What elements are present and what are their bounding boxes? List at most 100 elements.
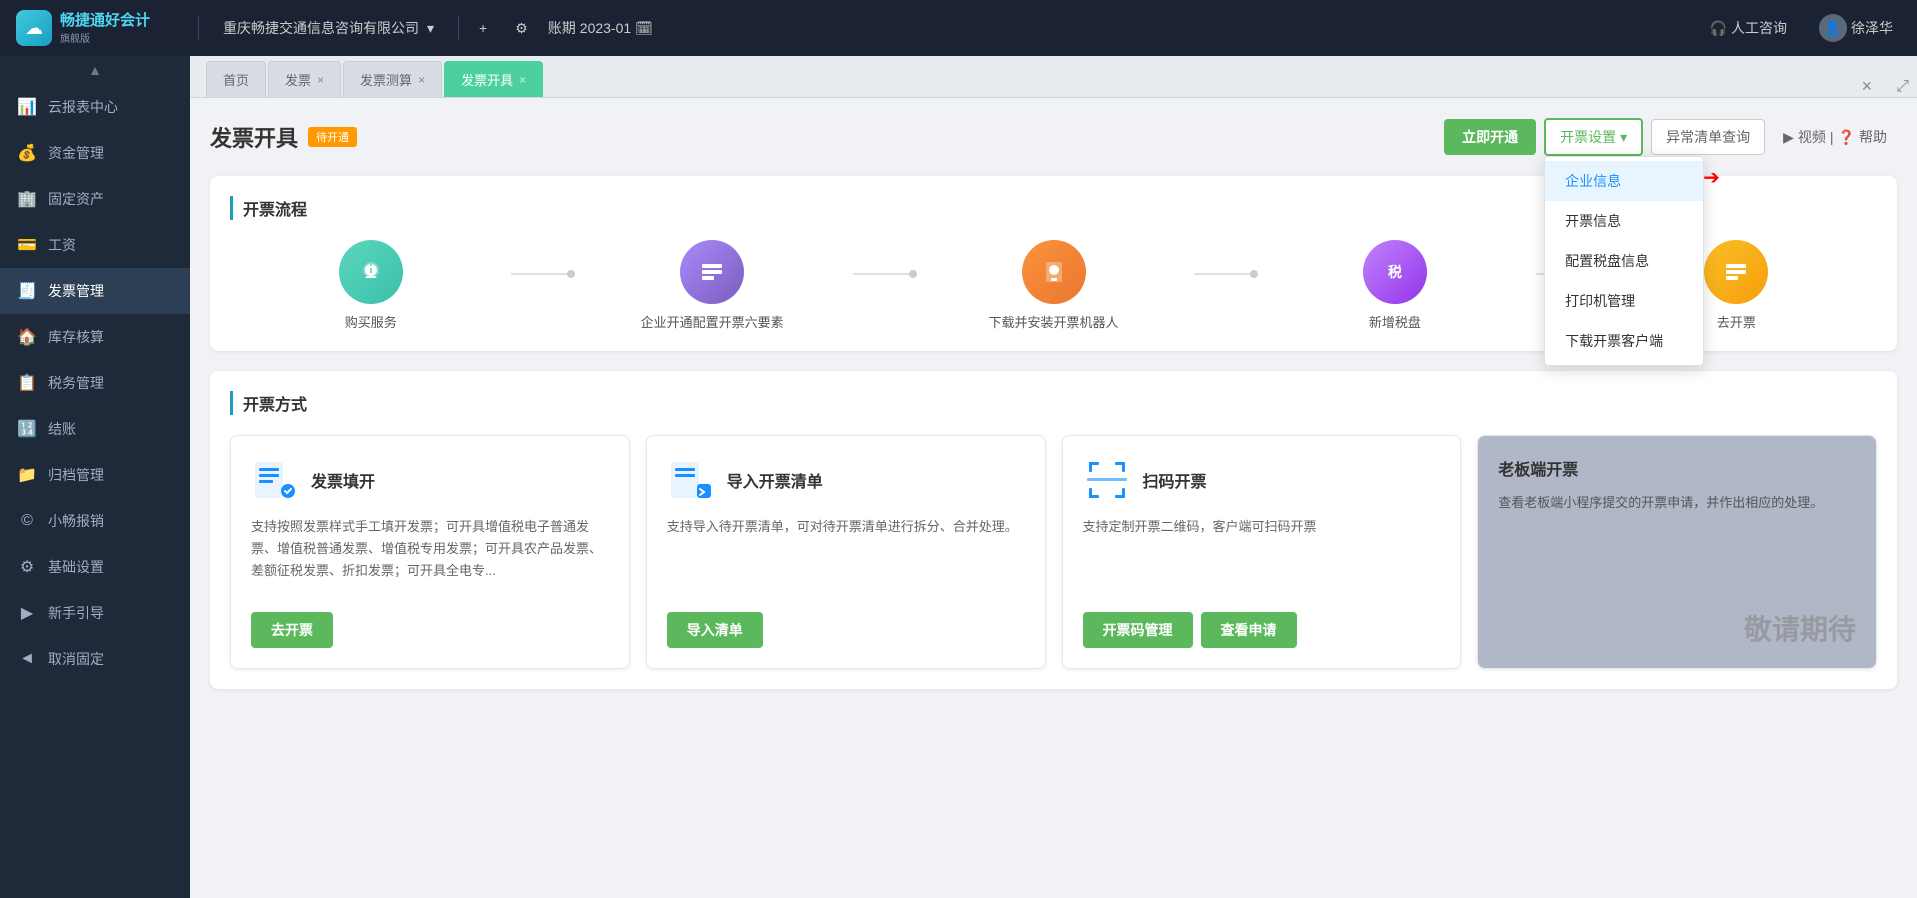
fill-invoice-desc: 支持按照发票样式手工填开发票；可开具增值税电子普通发票、增值税普通发票、增值税专… <box>251 516 609 596</box>
sidebar-item-basic-settings[interactable]: ⚙ 基础设置 <box>0 544 190 590</box>
close-window-icon[interactable]: × <box>1854 76 1881 97</box>
cancel-fixed-icon: ◄ <box>16 648 38 670</box>
method-scan-header: 扫码开票 <box>1083 456 1441 504</box>
company-selector[interactable]: 重庆畅捷交通信息咨询有限公司 ▾ <box>211 12 446 44</box>
activate-button[interactable]: 立即开通 <box>1444 119 1536 155</box>
sidebar-item-accounting[interactable]: 🔢 结账 <box>0 406 190 452</box>
tab-home-label: 首页 <box>223 70 249 89</box>
sidebar-item-tax-mgmt[interactable]: 📋 税务管理 <box>0 360 190 406</box>
sidebar-item-salary[interactable]: 💳 工资 <box>0 222 190 268</box>
sidebar-label-cloud-report: 云报表中心 <box>48 97 118 117</box>
page-content: 发票开具 待开通 立即开通 开票设置 ▾ <box>190 98 1917 898</box>
user-profile-button[interactable]: 👤 徐泽华 <box>1811 10 1901 46</box>
fixed-assets-icon: 🏢 <box>16 188 38 210</box>
video-button[interactable]: ▶ 视频 | ❓ 帮助 <box>1773 120 1897 154</box>
sidebar-item-archive[interactable]: 📁 归档管理 <box>0 452 190 498</box>
scan-invoice-title: 扫码开票 <box>1143 468 1207 492</box>
salary-icon: 💳 <box>16 234 38 256</box>
dropdown-item-invoice-info[interactable]: 开票信息 <box>1545 201 1703 241</box>
pending-text: 敬请期待 <box>1744 608 1856 648</box>
fill-invoice-btn[interactable]: 去开票 <box>251 612 333 648</box>
tab-invoice-test-close[interactable]: × <box>418 73 425 87</box>
tab-invoice-close[interactable]: × <box>317 73 324 87</box>
settings-btn[interactable]: 开票设置 ▾ <box>1544 118 1643 156</box>
logo-icon: ☁ <box>16 10 52 46</box>
plus-icon: + <box>479 20 487 36</box>
dropdown-item-company-info[interactable]: 企业信息 ➔ <box>1545 161 1703 201</box>
tab-invoice-test[interactable]: 发票测算 × <box>343 61 442 97</box>
tab-home[interactable]: 首页 <box>206 61 266 97</box>
step1-label: 购买服务 <box>345 312 397 331</box>
sidebar-item-fund-mgmt[interactable]: 💰 资金管理 <box>0 130 190 176</box>
human-service-button[interactable]: 🎧 人工咨询 <box>1702 14 1795 42</box>
fill-invoice-icon <box>251 456 299 504</box>
page-title: 发票开具 <box>210 121 298 153</box>
sidebar-label-basic-settings: 基础设置 <box>48 557 104 577</box>
user-name: 徐泽华 <box>1851 18 1893 38</box>
tab-bar: 首页 发票 × 发票测算 × 发票开具 × × ⤢ <box>190 56 1917 98</box>
dropdown-item-download-client[interactable]: 下载开票客户端 <box>1545 321 1703 361</box>
step2-icon <box>680 240 744 304</box>
page-header: 发票开具 待开通 立即开通 开票设置 ▾ <box>210 118 1897 156</box>
tab-invoice-issue-label: 发票开具 <box>461 70 513 89</box>
play-circle-icon: ▶ <box>1783 129 1794 146</box>
red-arrow-icon: ➔ <box>1703 165 1720 190</box>
sidebar-item-cloud-report[interactable]: 📊 云报表中心 <box>0 84 190 130</box>
flow-step-4: 税 新增税盘 <box>1254 240 1535 331</box>
tax-mgmt-icon: 📋 <box>16 372 38 394</box>
invoice-mgmt-icon: 🧾 <box>16 280 38 302</box>
settings-dropdown-container: 开票设置 ▾ 企业信息 ➔ 开 <box>1544 118 1643 156</box>
separator: | <box>1830 129 1834 145</box>
dropdown-item-printer[interactable]: 打印机管理 <box>1545 281 1703 321</box>
scan-code-mgmt-btn[interactable]: 开票码管理 <box>1083 612 1193 648</box>
sidebar-item-cancel-fixed[interactable]: ◄ 取消固定 <box>0 636 190 682</box>
inventory-icon: 🏠 <box>16 326 38 348</box>
import-invoice-btn[interactable]: 导入清单 <box>667 612 763 648</box>
flow-step-2: 企业开通配置开票六要素 <box>571 240 852 331</box>
scan-view-apply-btn[interactable]: 查看申请 <box>1201 612 1297 648</box>
sidebar-item-new-guide[interactable]: ▶ 新手引导 <box>0 590 190 636</box>
tab-invoice-issue[interactable]: 发票开具 × <box>444 61 543 97</box>
flow-step-1: 购买服务 <box>230 240 511 331</box>
sidebar-label-salary: 工资 <box>48 235 76 255</box>
tax-disk-label: 配置税盘信息 <box>1565 253 1649 269</box>
methods-grid: 发票填开 支持按照发票样式手工填开发票；可开具增值税电子普通发票、增值税普通发票… <box>230 435 1877 669</box>
sidebar-label-accounting: 结账 <box>48 419 76 439</box>
sidebar-scroll-up[interactable]: ▲ <box>0 56 190 84</box>
step4-icon: 税 <box>1363 240 1427 304</box>
user-area: 🎧 人工咨询 👤 徐泽华 <box>1702 10 1901 46</box>
import-invoice-title: 导入开票清单 <box>727 468 823 492</box>
sidebar-item-inventory[interactable]: 🏠 库存核算 <box>0 314 190 360</box>
settings-button[interactable]: ⚙ <box>507 16 536 41</box>
accounting-icon: 🔢 <box>16 418 38 440</box>
sidebar-item-xiaochang[interactable]: © 小畅报销 <box>0 498 190 544</box>
fill-invoice-title: 发票填开 <box>311 468 375 492</box>
method-boss-header: 老板端开票 <box>1498 456 1856 480</box>
dropdown-item-tax-disk[interactable]: 配置税盘信息 <box>1545 241 1703 281</box>
method-fill-header: 发票填开 <box>251 456 609 504</box>
methods-section-title: 开票方式 <box>230 391 1877 415</box>
method-card-import: 导入开票清单 支持导入待开票清单，可对待开票清单进行拆分、合并处理。 导入清单 <box>646 435 1046 669</box>
fund-mgmt-icon: 💰 <box>16 142 38 164</box>
page-title-row: 发票开具 待开通 <box>210 121 357 153</box>
sidebar-item-fixed-assets[interactable]: 🏢 固定资产 <box>0 176 190 222</box>
settings-dropdown-menu: 企业信息 ➔ 开票信息 配置税盘信息 <box>1544 156 1704 366</box>
anomaly-button[interactable]: 异常清单查询 <box>1651 119 1765 155</box>
add-button[interactable]: + <box>471 16 495 40</box>
tab-invoice-issue-close[interactable]: × <box>519 73 526 87</box>
step-connector-3 <box>1194 273 1254 275</box>
invoice-info-label: 开票信息 <box>1565 213 1621 229</box>
sidebar-label-cancel-fixed: 取消固定 <box>48 649 104 669</box>
maximize-window-icon[interactable]: ⤢ <box>1888 78 1917 96</box>
header-actions: 立即开通 开票设置 ▾ 企业信息 ➔ <box>1444 118 1897 156</box>
sidebar-item-invoice-mgmt[interactable]: 🧾 发票管理 <box>0 268 190 314</box>
step-connector-1 <box>511 273 571 275</box>
company-info-label: 企业信息 <box>1565 173 1621 189</box>
cloud-report-icon: 📊 <box>16 96 38 118</box>
video-btn-label: 视频 <box>1798 127 1826 147</box>
step2-label: 企业开通配置开票六要素 <box>641 312 784 331</box>
step1-icon <box>339 240 403 304</box>
tab-invoice[interactable]: 发票 × <box>268 61 341 97</box>
new-guide-icon: ▶ <box>16 602 38 624</box>
step5-label: 去开票 <box>1717 312 1756 331</box>
